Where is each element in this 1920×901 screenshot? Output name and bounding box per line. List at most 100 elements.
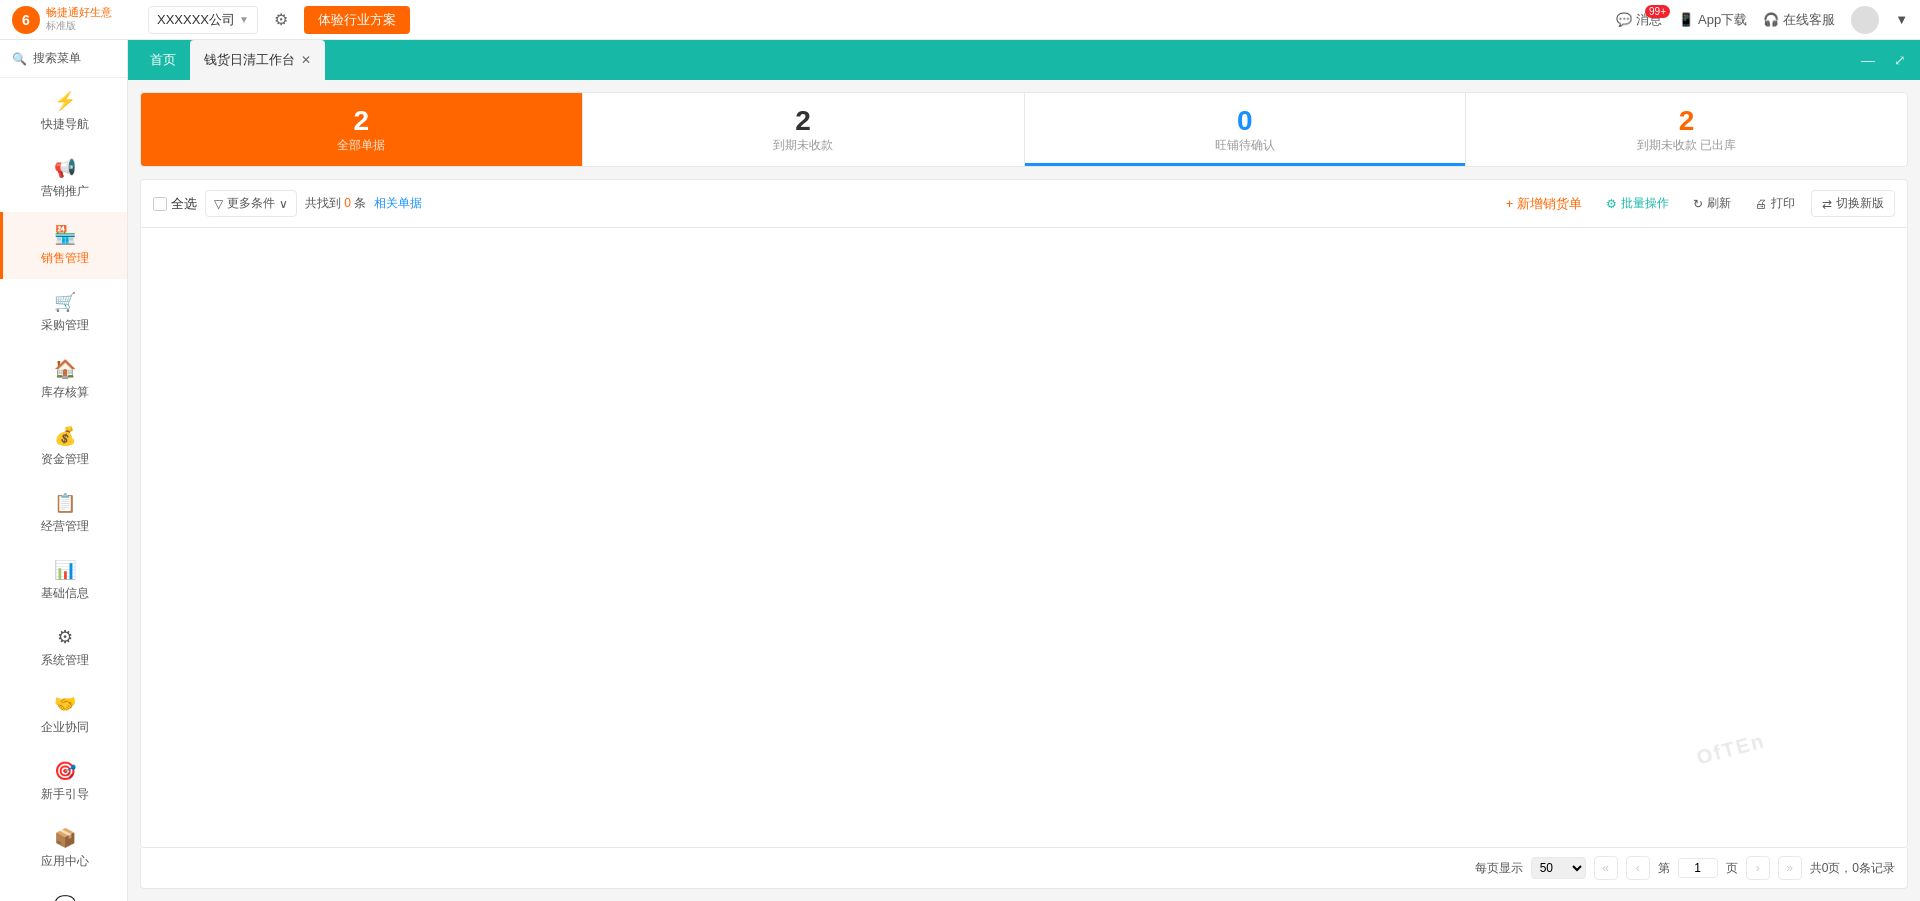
marketing-icon: 📢 <box>54 157 76 179</box>
system-icon: ⚙ <box>57 626 73 648</box>
refresh-button[interactable]: ↻ 刷新 <box>1685 191 1739 216</box>
sidebar-item-inventory[interactable]: 🏠 库存核算 <box>0 346 127 413</box>
company-dropdown-icon: ▼ <box>239 14 249 25</box>
cooperation-icon: 🤝 <box>54 693 76 715</box>
card-label-overdue-shipped: 到期未收款 已出库 <box>1637 137 1736 154</box>
last-page-button[interactable]: » <box>1778 856 1802 880</box>
add-sales-order-button[interactable]: + 新增销货单 <box>1498 191 1590 217</box>
user-avatar[interactable] <box>1851 6 1879 34</box>
inventory-icon: 🏠 <box>54 358 76 380</box>
card-num-overdue: 2 <box>795 105 811 137</box>
search-icon: 🔍 <box>12 52 27 66</box>
sidebar-item-operation[interactable]: 📋 经营管理 <box>0 480 127 547</box>
tab-close-icon[interactable]: ✕ <box>301 53 311 67</box>
quick-nav-icon: ⚡ <box>54 90 76 112</box>
pagination: 每页显示 20 50 100 200 « ‹ 第 页 › » 共0页，0条记录 <box>140 848 1908 889</box>
summary-card-pending[interactable]: 0 旺铺待确认 <box>1025 93 1467 166</box>
print-icon: 🖨 <box>1755 197 1767 211</box>
print-button[interactable]: 🖨 打印 <box>1747 191 1803 216</box>
top-header: 6 畅捷通好生意 标准版 XXXXXX公司 ▼ ⚙ 体验行业方案 💬 消息 99… <box>0 0 1920 40</box>
app-center-icon: 📦 <box>54 827 76 849</box>
switch-version-button[interactable]: ⇄ 切换新版 <box>1811 190 1895 217</box>
operation-icon: 📋 <box>54 492 76 514</box>
finance-icon: 💰 <box>54 425 76 447</box>
wechat-icon: 💬 <box>54 894 76 901</box>
tab-expand-button[interactable]: ⤢ <box>1888 48 1912 72</box>
card-underline-pending <box>1025 163 1466 166</box>
company-name: XXXXXX公司 <box>157 11 235 29</box>
table-container <box>140 227 1908 848</box>
message-badge: 99+ <box>1645 5 1670 18</box>
header-right: 💬 消息 99+ 📱 App下载 🎧 在线客服 ▼ <box>1616 6 1908 34</box>
card-label-overdue: 到期未收款 <box>773 137 833 154</box>
summary-card-all[interactable]: 2 全部单据 <box>141 93 583 166</box>
settings-button[interactable]: ⚙ <box>266 5 296 35</box>
page-content: 2 全部单据 2 到期未收款 0 旺铺待确认 2 到期未收款 已出库 <box>128 80 1920 901</box>
sidebar-item-finance[interactable]: 💰 资金管理 <box>0 413 127 480</box>
toolbar-right: + 新增销货单 ⚙ 批量操作 ↻ 刷新 🖨 打印 ⇄ 切换新版 <box>1498 190 1895 217</box>
sidebar-item-system[interactable]: ⚙ 系统管理 <box>0 614 127 681</box>
switch-icon: ⇄ <box>1822 197 1832 211</box>
tab-bar: 首页 钱货日清工作台 ✕ — ⤢ <box>128 40 1920 80</box>
found-text: 共找到 0 条 <box>305 195 366 212</box>
card-label-pending: 旺铺待确认 <box>1215 137 1275 154</box>
batch-operation-button[interactable]: ⚙ 批量操作 <box>1598 191 1677 216</box>
settings-icon: ⚙ <box>274 10 288 29</box>
message-icon: 💬 <box>1616 12 1632 27</box>
sidebar-item-cooperation[interactable]: 🤝 企业协同 <box>0 681 127 748</box>
toolbar-left: 全选 ▽ 更多条件 ∨ 共找到 0 条 相关单据 <box>153 190 1490 217</box>
tab-minimize-button[interactable]: — <box>1856 48 1880 72</box>
sidebar-item-marketing[interactable]: 📢 营销推广 <box>0 145 127 212</box>
first-page-button[interactable]: « <box>1594 856 1618 880</box>
logo-icon: 6 <box>12 6 40 34</box>
next-page-button[interactable]: › <box>1746 856 1770 880</box>
sidebar: 🔍 搜索菜单 ⚡ 快捷导航 📢 营销推广 🏪 销售管理 🛒 采购管理 🏠 库存核… <box>0 40 128 901</box>
search-menu-item[interactable]: 🔍 搜索菜单 <box>0 40 127 78</box>
checkbox-icon <box>153 197 167 211</box>
sidebar-item-basic-info[interactable]: 📊 基础信息 <box>0 547 127 614</box>
filter-dropdown-icon: ∨ <box>279 197 288 211</box>
sidebar-item-purchase[interactable]: 🛒 采购管理 <box>0 279 127 346</box>
user-menu[interactable]: ▼ <box>1895 12 1908 27</box>
sidebar-item-app-center[interactable]: 📦 应用中心 <box>0 815 127 882</box>
prev-page-button[interactable]: ‹ <box>1626 856 1650 880</box>
message-button[interactable]: 💬 消息 99+ <box>1616 11 1662 29</box>
total-records: 共0页，0条记录 <box>1810 860 1895 877</box>
sidebar-item-sales[interactable]: 🏪 销售管理 <box>0 212 127 279</box>
page-number-input[interactable] <box>1678 858 1718 878</box>
main-content: 首页 钱货日清工作台 ✕ — ⤢ 2 全部单据 2 到期未收款 0 旺铺待确认 <box>128 40 1920 901</box>
related-link[interactable]: 相关单据 <box>374 195 422 212</box>
logo-sub: 标准版 <box>46 19 112 33</box>
sidebar-item-guide[interactable]: 🎯 新手引导 <box>0 748 127 815</box>
app-download-button[interactable]: 📱 App下载 <box>1678 11 1747 29</box>
user-arrow-icon: ▼ <box>1895 12 1908 27</box>
filter-icon: ▽ <box>214 197 223 211</box>
tab-workbench[interactable]: 钱货日清工作台 ✕ <box>190 40 325 80</box>
sales-icon: 🏪 <box>54 224 76 246</box>
app-download-icon: 📱 <box>1678 12 1694 27</box>
online-service-button[interactable]: 🎧 在线客服 <box>1763 11 1835 29</box>
company-selector[interactable]: XXXXXX公司 ▼ <box>148 6 258 34</box>
filter-button[interactable]: ▽ 更多条件 ∨ <box>205 190 297 217</box>
card-num-overdue-shipped: 2 <box>1679 105 1695 137</box>
refresh-icon: ↻ <box>1693 197 1703 211</box>
sidebar-item-quick-nav[interactable]: ⚡ 快捷导航 <box>0 78 127 145</box>
logo-area: 6 畅捷通好生意 标准版 <box>12 6 140 34</box>
experience-button[interactable]: 体验行业方案 <box>304 6 410 34</box>
select-all-checkbox[interactable]: 全选 <box>153 195 197 213</box>
batch-icon: ⚙ <box>1606 197 1617 211</box>
service-icon: 🎧 <box>1763 12 1779 27</box>
per-page-select[interactable]: 20 50 100 200 <box>1531 857 1586 879</box>
summary-card-overdue-shipped[interactable]: 2 到期未收款 已出库 <box>1466 93 1907 166</box>
guide-icon: 🎯 <box>54 760 76 782</box>
card-num-pending: 0 <box>1237 105 1253 137</box>
card-num-all: 2 <box>354 105 370 137</box>
summary-card-overdue[interactable]: 2 到期未收款 <box>583 93 1025 166</box>
logo-text: 畅捷通好生意 <box>46 6 112 19</box>
basic-info-icon: 📊 <box>54 559 76 581</box>
card-underline-overdue <box>583 163 1024 166</box>
purchase-icon: 🛒 <box>54 291 76 313</box>
toolbar: 全选 ▽ 更多条件 ∨ 共找到 0 条 相关单据 + 新增销货单 ⚙ 批 <box>140 179 1908 227</box>
sidebar-item-wechat[interactable]: 💬 企业微信 <box>0 882 127 901</box>
tab-home[interactable]: 首页 <box>136 40 190 80</box>
